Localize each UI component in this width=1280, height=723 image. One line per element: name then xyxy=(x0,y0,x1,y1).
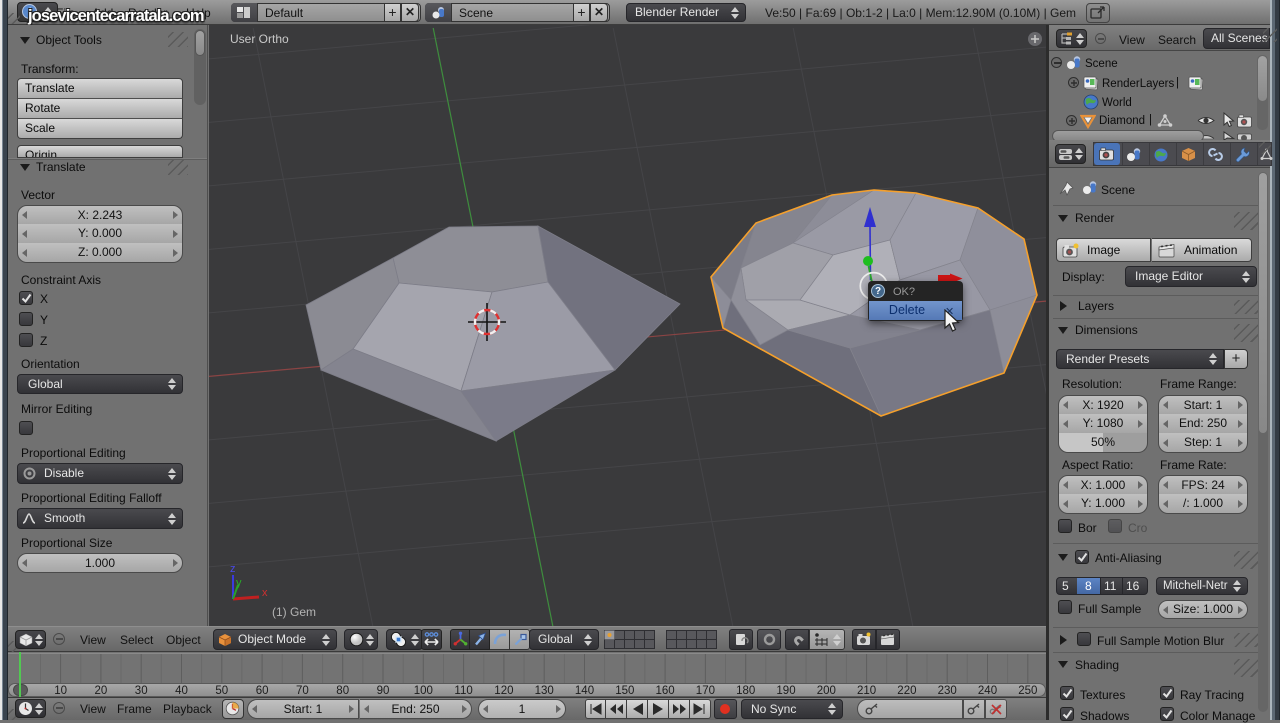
svg-text:40: 40 xyxy=(175,685,188,697)
svg-text:140: 140 xyxy=(575,685,594,697)
svg-text:100: 100 xyxy=(414,685,433,697)
svg-text:80: 80 xyxy=(336,685,349,697)
svg-text:y: y xyxy=(236,577,242,589)
svg-text:230: 230 xyxy=(938,685,957,697)
svg-text:90: 90 xyxy=(377,685,390,697)
svg-text:190: 190 xyxy=(776,685,795,697)
svg-text:20: 20 xyxy=(95,685,108,697)
svg-text:120: 120 xyxy=(494,685,513,697)
svg-text:10: 10 xyxy=(54,685,67,697)
svg-text:(1) Gem: (1) Gem xyxy=(272,605,316,619)
svg-text:110: 110 xyxy=(454,685,472,697)
svg-text:z: z xyxy=(230,563,236,575)
svg-text:170: 170 xyxy=(696,685,715,697)
svg-text:70: 70 xyxy=(296,685,309,697)
svg-text:150: 150 xyxy=(615,685,634,697)
svg-text:User Ortho: User Ortho xyxy=(230,32,289,46)
svg-text:50: 50 xyxy=(215,685,228,697)
svg-text:130: 130 xyxy=(535,685,554,697)
svg-text:x: x xyxy=(262,587,268,599)
svg-text:160: 160 xyxy=(656,685,675,697)
svg-text:180: 180 xyxy=(736,685,755,697)
svg-text:60: 60 xyxy=(256,685,269,697)
svg-text:220: 220 xyxy=(897,685,916,697)
svg-text:30: 30 xyxy=(135,685,148,697)
svg-text:240: 240 xyxy=(978,685,997,697)
svg-text:210: 210 xyxy=(857,685,876,697)
svg-text:200: 200 xyxy=(817,685,836,697)
svg-text:250: 250 xyxy=(1018,685,1037,697)
